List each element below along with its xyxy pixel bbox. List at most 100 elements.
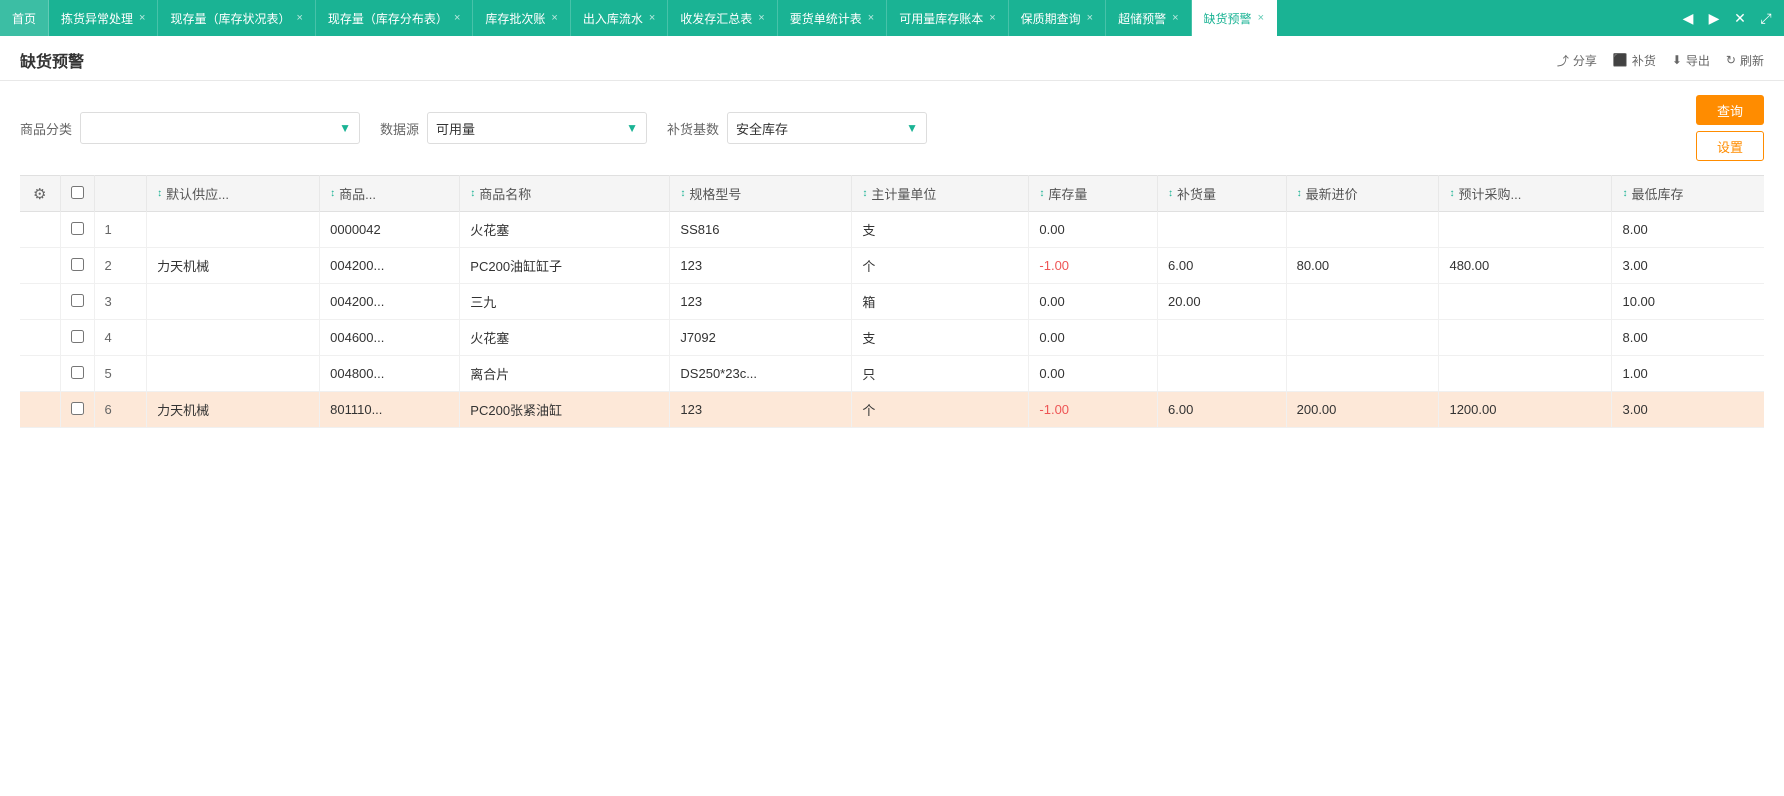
table-row[interactable]: 4 004600... 火花塞 J7092 支 0.00 8.00 [20, 320, 1764, 356]
row-checkbox-4[interactable] [71, 366, 84, 379]
row-stock-cell: 0.00 [1029, 356, 1158, 392]
tab-close-icon-1[interactable]: × [139, 12, 145, 24]
row-stock-cell: 0.00 [1029, 212, 1158, 248]
row-estpurchase-cell: 1200.00 [1439, 392, 1612, 428]
row-check-cell [60, 284, 94, 320]
category-filter-group: 商品分类 ▼ [20, 112, 360, 144]
row-gear-cell [20, 284, 60, 320]
row-gear-cell [20, 392, 60, 428]
replenish-select[interactable]: 安全库存 ▼ [727, 112, 927, 144]
nav-tab-10[interactable]: 超储预警× [1106, 0, 1191, 36]
row-gear-cell [20, 212, 60, 248]
replenish-value: 安全库存 [736, 119, 788, 138]
gear-icon[interactable]: ⚙ [33, 186, 46, 203]
row-name-cell: PC200张紧油缸 [460, 392, 670, 428]
replenish-icon: ⬛ [1613, 53, 1628, 67]
nav-tab-3[interactable]: 现存量（库存分布表）× [316, 0, 473, 36]
share-button[interactable]: ⤴ 分享 [1557, 52, 1597, 69]
tab-close-icon-4[interactable]: × [551, 12, 557, 24]
row-code-cell: 004200... [320, 284, 460, 320]
nav-tab-7[interactable]: 要货单统计表× [778, 0, 887, 36]
row-minstock-cell: 3.00 [1612, 248, 1764, 284]
table-row[interactable]: 2 力天机械 004200... PC200油缸缸子 123 个 -1.00 6… [20, 248, 1764, 284]
setting-button[interactable]: 设置 [1696, 131, 1764, 161]
row-checkbox-3[interactable] [71, 330, 84, 343]
row-estpurchase-cell [1439, 212, 1612, 248]
datasource-select[interactable]: 可用量 ▼ [427, 112, 647, 144]
row-checkbox-0[interactable] [71, 222, 84, 235]
row-unit-cell: 支 [852, 212, 1029, 248]
tab-close-icon-3[interactable]: × [454, 12, 460, 24]
tab-close-icon-7[interactable]: × [868, 12, 874, 24]
refresh-button[interactable]: ↻ 刷新 [1726, 52, 1764, 69]
th-name-sort-icon: ↕ [470, 188, 475, 199]
nav-tab-9[interactable]: 保质期查询× [1009, 0, 1106, 36]
export-icon: ⬇ [1672, 53, 1682, 67]
row-spec-cell: 123 [670, 284, 852, 320]
th-repqty-sort-icon: ↕ [1168, 188, 1173, 199]
row-spec-cell: SS816 [670, 212, 852, 248]
datasource-label: 数据源 [380, 119, 419, 138]
replenish-button[interactable]: ⬛ 补货 [1613, 52, 1656, 69]
row-price-cell: 200.00 [1286, 392, 1439, 428]
th-checkbox [60, 176, 94, 212]
filter-bar: 商品分类 ▼ 数据源 可用量 ▼ 补货基数 安全库存 ▼ 查询 设置 [0, 81, 1784, 175]
data-table: ⚙ ↕ 默认供应... ↕ 商 [20, 175, 1764, 428]
tab-close-icon-5[interactable]: × [649, 12, 655, 24]
row-num-cell: 6 [94, 392, 147, 428]
nav-tab-8[interactable]: 可用量库存账本× [887, 0, 1008, 36]
nav-tab-6[interactable]: 收发存汇总表× [668, 0, 777, 36]
row-unit-cell: 只 [852, 356, 1029, 392]
row-estpurchase-cell [1439, 356, 1612, 392]
th-unit-sort-icon: ↕ [862, 188, 867, 199]
row-price-cell [1286, 356, 1439, 392]
row-minstock-cell: 1.00 [1612, 356, 1764, 392]
table-row[interactable]: 3 004200... 三九 123 箱 0.00 20.00 10.00 [20, 284, 1764, 320]
row-code-cell: 801110... [320, 392, 460, 428]
category-label: 商品分类 [20, 119, 72, 138]
row-price-cell: 80.00 [1286, 248, 1439, 284]
table-header-row: ⚙ ↕ 默认供应... ↕ 商 [20, 176, 1764, 212]
nav-expand-button[interactable]: ⤢ [1754, 6, 1778, 30]
row-stock-cell: 0.00 [1029, 320, 1158, 356]
nav-tab-2[interactable]: 现存量（库存状况表）× [158, 0, 315, 36]
tab-close-icon-9[interactable]: × [1087, 12, 1093, 24]
tab-close-icon-8[interactable]: × [989, 12, 995, 24]
row-repqty-cell: 20.00 [1158, 284, 1287, 320]
row-supplier-cell [147, 284, 320, 320]
query-button[interactable]: 查询 [1696, 95, 1764, 125]
header-actions: ⤴ 分享 ⬛ 补货 ⬇ 导出 ↻ 刷新 [1557, 52, 1764, 69]
row-name-cell: 火花塞 [460, 212, 670, 248]
row-code-cell: 004600... [320, 320, 460, 356]
row-supplier-cell: 力天机械 [147, 392, 320, 428]
export-button[interactable]: ⬇ 导出 [1672, 52, 1710, 69]
tab-close-icon-11[interactable]: × [1258, 12, 1264, 24]
table-row[interactable]: 6 力天机械 801110... PC200张紧油缸 123 个 -1.00 6… [20, 392, 1764, 428]
row-spec-cell: 123 [670, 392, 852, 428]
row-checkbox-1[interactable] [71, 258, 84, 271]
replenish-label: 补货基数 [667, 119, 719, 138]
row-stock-cell: -1.00 [1029, 248, 1158, 284]
nav-tab-0[interactable]: 首页 [0, 0, 49, 36]
nav-close-button[interactable]: ✕ [1728, 6, 1752, 30]
tab-close-icon-6[interactable]: × [758, 12, 764, 24]
nav-tab-1[interactable]: 拣货异常处理× [49, 0, 158, 36]
row-checkbox-5[interactable] [71, 402, 84, 415]
category-select[interactable]: ▼ [80, 112, 360, 144]
nav-tab-11[interactable]: 缺货预警× [1192, 0, 1277, 36]
nav-prev-button[interactable]: ◀ [1676, 6, 1700, 30]
table-row[interactable]: 1 0000042 火花塞 SS816 支 0.00 8.00 [20, 212, 1764, 248]
category-arrow-icon: ▼ [339, 121, 351, 135]
tab-close-icon-2[interactable]: × [296, 12, 302, 24]
table-row[interactable]: 5 004800... 离合片 DS250*23c... 只 0.00 1.00 [20, 356, 1764, 392]
filter-actions: 查询 设置 [1696, 95, 1764, 161]
tab-close-icon-10[interactable]: × [1172, 12, 1178, 24]
row-check-cell [60, 248, 94, 284]
row-checkbox-2[interactable] [71, 294, 84, 307]
select-all-checkbox[interactable] [71, 186, 84, 199]
row-price-cell [1286, 212, 1439, 248]
nav-tab-4[interactable]: 库存批次账× [473, 0, 570, 36]
nav-next-button[interactable]: ▶ [1702, 6, 1726, 30]
row-code-cell: 004200... [320, 248, 460, 284]
nav-tab-5[interactable]: 出入库流水× [571, 0, 668, 36]
